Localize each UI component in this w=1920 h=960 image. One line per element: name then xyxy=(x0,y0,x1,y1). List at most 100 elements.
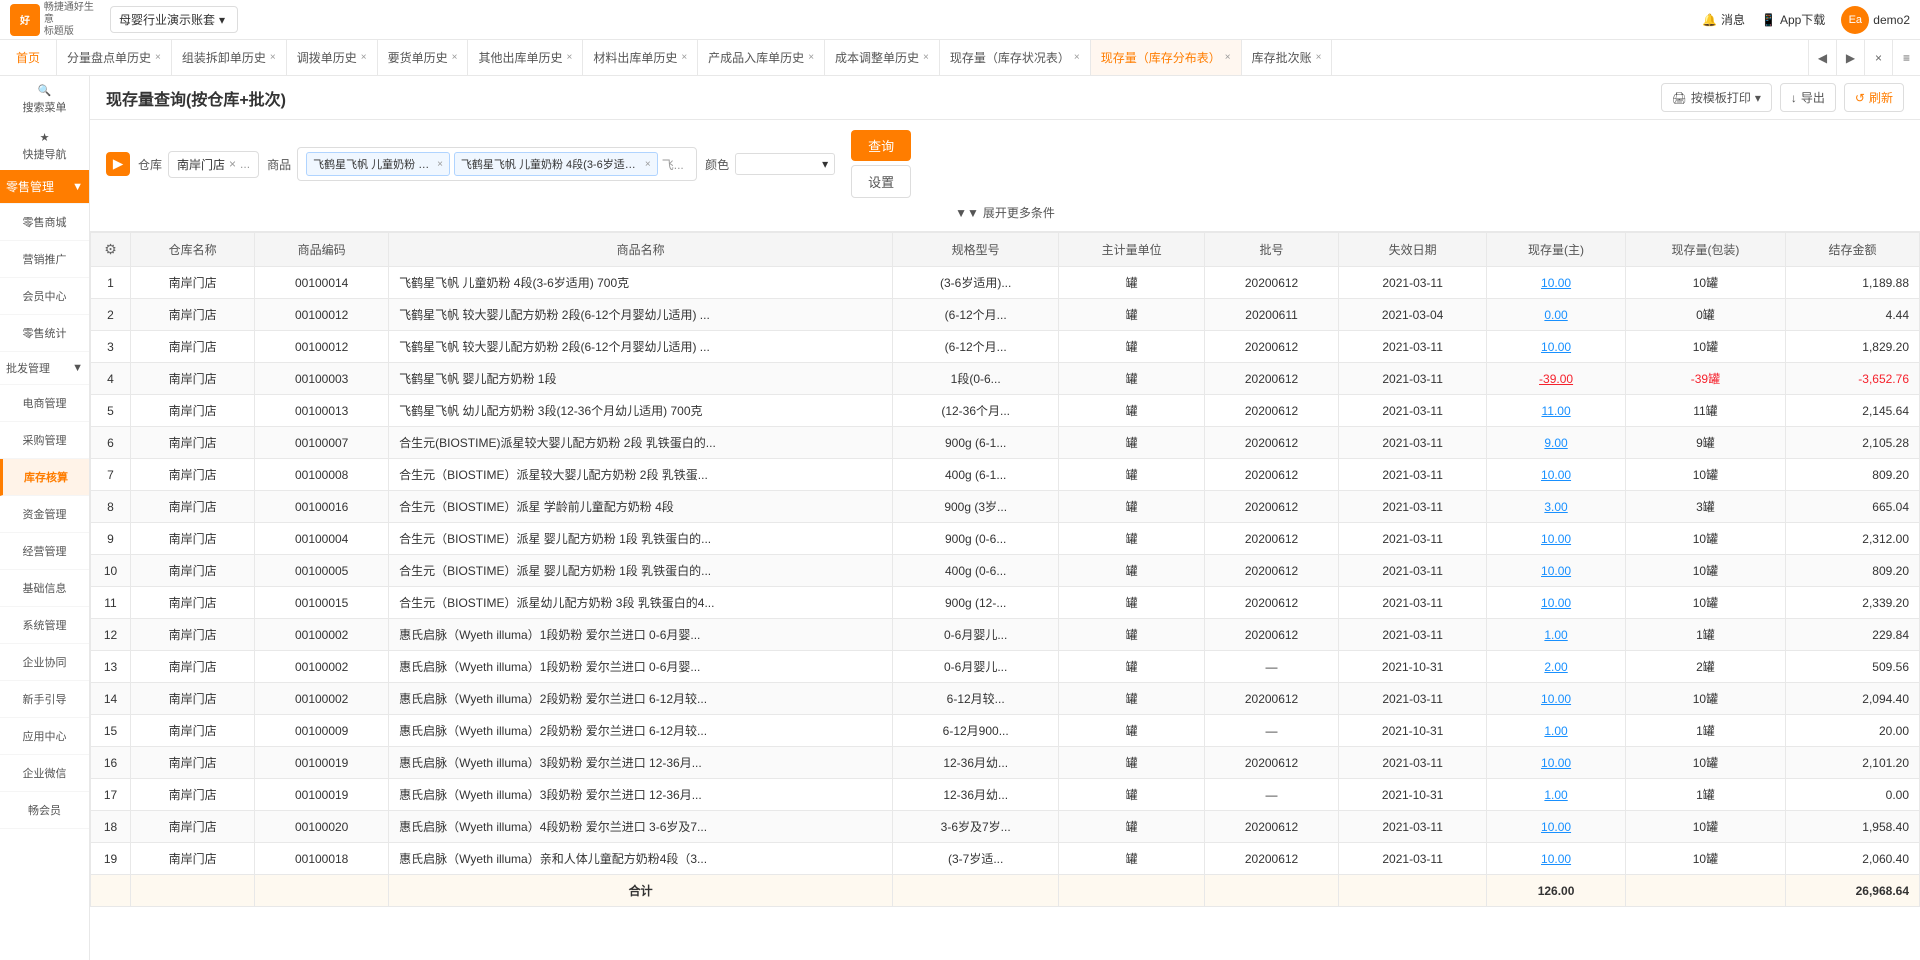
tab-material-out[interactable]: 材料出库单历史 × xyxy=(583,40,698,75)
tab-close-product-in[interactable]: × xyxy=(808,52,814,63)
sidebar-item-wholesale[interactable]: 批发管理 ▼ xyxy=(0,352,89,385)
tab-close-other-out[interactable]: × xyxy=(566,52,572,63)
query-btn[interactable]: 查询 xyxy=(851,130,911,161)
row-qty-main[interactable]: 3.00 xyxy=(1487,491,1626,523)
sidebar-ops-label: 经营管理 xyxy=(23,543,67,559)
tab-product-in[interactable]: 产成品入库单历史 × xyxy=(698,40,825,75)
expand-more-conditions[interactable]: ▼▼ 展开更多条件 xyxy=(106,204,1904,221)
product-tag-2-close[interactable]: × xyxy=(645,159,651,170)
sidebar-item-wechat[interactable]: 企业微信 xyxy=(0,755,89,792)
row-code: 00100009 xyxy=(255,715,389,747)
row-qty-main[interactable]: 10.00 xyxy=(1487,267,1626,299)
row-qty-main[interactable]: -39.00 xyxy=(1487,363,1626,395)
row-qty-main[interactable]: 10.00 xyxy=(1487,683,1626,715)
row-qty-main[interactable]: 10.00 xyxy=(1487,587,1626,619)
sidebar-item-basic[interactable]: 基础信息 xyxy=(0,570,89,607)
row-amount: 2,105.28 xyxy=(1786,427,1920,459)
row-qty-main[interactable]: 1.00 xyxy=(1487,779,1626,811)
row-qty-main[interactable]: 11.00 xyxy=(1487,395,1626,427)
row-qty-main[interactable]: 9.00 xyxy=(1487,427,1626,459)
tab-close-distribute[interactable]: × xyxy=(155,52,161,63)
col-settings[interactable]: ⚙ xyxy=(91,233,131,267)
sidebar-item-ops[interactable]: 经营管理 xyxy=(0,533,89,570)
row-amount: 2,094.40 xyxy=(1786,683,1920,715)
settings-icon[interactable]: ⚙ xyxy=(104,241,117,257)
account-dropdown[interactable]: 母婴行业演示账套 ▾ xyxy=(110,6,238,33)
tab-prev-btn[interactable]: ◀ xyxy=(1808,40,1836,76)
row-qty-main[interactable]: 10.00 xyxy=(1487,331,1626,363)
tab-other-out[interactable]: 其他出库单历史 × xyxy=(468,40,583,75)
query-btn-group: 查询 设置 xyxy=(851,130,911,198)
color-filter-dropdown[interactable]: ▾ xyxy=(735,153,835,175)
product-tag-1-close[interactable]: × xyxy=(437,159,443,170)
sidebar-item-apps[interactable]: 应用中心 xyxy=(0,718,89,755)
row-qty-main[interactable]: 2.00 xyxy=(1487,651,1626,683)
tab-close-all-btn[interactable]: × xyxy=(1864,40,1892,76)
row-qty-main[interactable]: 1.00 xyxy=(1487,619,1626,651)
row-expire: 2021-03-11 xyxy=(1338,427,1486,459)
user-profile[interactable]: Ea demo2 xyxy=(1841,6,1910,34)
tab-stock-status[interactable]: 现存量（库存状况表） × xyxy=(940,40,1091,75)
tab-batch[interactable]: 库存批次账 × xyxy=(1242,40,1333,75)
row-qty-main[interactable]: 10.00 xyxy=(1487,555,1626,587)
sidebar-item-ecommerce[interactable]: 电商管理 xyxy=(0,385,89,422)
sidebar-item-finance[interactable]: 资金管理 xyxy=(0,496,89,533)
tab-distribute[interactable]: 分量盘点单历史 × xyxy=(57,40,172,75)
sidebar-item-member[interactable]: 会员中心 xyxy=(0,278,89,315)
tab-close-cost[interactable]: × xyxy=(923,52,929,63)
warehouse-filter-value[interactable]: 南岸门店 × ... xyxy=(168,151,259,178)
row-qty-main[interactable]: 10.00 xyxy=(1487,459,1626,491)
tab-next-btn[interactable]: ▶ xyxy=(1836,40,1864,76)
refresh-btn[interactable]: ↺ 刷新 xyxy=(1844,83,1904,112)
top-right-actions: 🔔 消息 📱 App下载 Ea demo2 xyxy=(1702,6,1910,34)
tab-close-stock-status[interactable]: × xyxy=(1074,52,1080,63)
sidebar-item-marketing[interactable]: 营销推广 xyxy=(0,241,89,278)
tab-request[interactable]: 要货单历史 × xyxy=(378,40,469,75)
row-spec: 900g (3岁... xyxy=(893,491,1059,523)
template-print-btn[interactable]: 🖨 按模板打印 ▾ xyxy=(1661,83,1772,112)
row-code: 00100002 xyxy=(255,683,389,715)
row-unit: 罐 xyxy=(1059,363,1205,395)
tab-menu-btn[interactable]: ≡ xyxy=(1892,40,1920,76)
tab-close-request[interactable]: × xyxy=(452,52,458,63)
sidebar-item-retail-shop[interactable]: 零售商城 xyxy=(0,204,89,241)
row-qty-main[interactable]: 10.00 xyxy=(1487,811,1626,843)
row-amount: 2,060.40 xyxy=(1786,843,1920,875)
row-unit: 罐 xyxy=(1059,267,1205,299)
filter-expand-btn[interactable]: ▶ xyxy=(106,152,130,176)
sidebar-item-vip[interactable]: 畅会员 xyxy=(0,792,89,829)
tab-mix[interactable]: 调拨单历史 × xyxy=(287,40,378,75)
sidebar-item-inventory[interactable]: 库存核算 xyxy=(0,459,89,496)
product-filter-tags[interactable]: 飞鹤星飞帆 儿童奶粉 4段(3-6岁适用) 700克 × 飞鹤星飞帆 儿童奶粉 … xyxy=(297,147,697,181)
tab-home[interactable]: 首页 xyxy=(0,40,57,75)
row-qty-main[interactable]: 10.00 xyxy=(1487,747,1626,779)
sidebar-search[interactable]: 🔍 搜索菜单 xyxy=(0,76,89,123)
row-no: 17 xyxy=(91,779,131,811)
sidebar-ecommerce-label: 电商管理 xyxy=(23,395,67,411)
close-warehouse-icon[interactable]: × xyxy=(229,157,236,171)
tab-disassemble[interactable]: 组装拆卸单历史 × xyxy=(172,40,287,75)
tab-close-disassemble[interactable]: × xyxy=(270,52,276,63)
sidebar-item-system[interactable]: 系统管理 xyxy=(0,607,89,644)
export-btn[interactable]: ↓ 导出 xyxy=(1780,83,1836,112)
sidebar-item-retail-stats[interactable]: 零售统计 xyxy=(0,315,89,352)
tab-close-mix[interactable]: × xyxy=(361,52,367,63)
row-qty-main[interactable]: 0.00 xyxy=(1487,299,1626,331)
sidebar-item-retail[interactable]: 零售管理 ▼ xyxy=(0,170,89,204)
app-download-btn[interactable]: 📱 App下载 xyxy=(1761,11,1825,28)
sidebar-quick-nav[interactable]: ★ 快捷导航 xyxy=(0,123,89,170)
row-qty-main[interactable]: 1.00 xyxy=(1487,715,1626,747)
tab-cost[interactable]: 成本调整单历史 × xyxy=(825,40,940,75)
messages-btn[interactable]: 🔔 消息 xyxy=(1702,11,1745,28)
tab-close-material-out[interactable]: × xyxy=(681,52,687,63)
setting-btn[interactable]: 设置 xyxy=(851,165,911,198)
row-qty-main[interactable]: 10.00 xyxy=(1487,523,1626,555)
row-code: 00100020 xyxy=(255,811,389,843)
tab-stock-dist[interactable]: 现存量（库存分布表） × xyxy=(1091,40,1242,75)
sidebar-item-purchase[interactable]: 采购管理 xyxy=(0,422,89,459)
tab-close-batch[interactable]: × xyxy=(1316,52,1322,63)
sidebar-item-newbie[interactable]: 新手引导 xyxy=(0,681,89,718)
tab-close-stock-dist[interactable]: × xyxy=(1225,52,1231,63)
row-qty-main[interactable]: 10.00 xyxy=(1487,843,1626,875)
sidebar-item-enterprise[interactable]: 企业协同 xyxy=(0,644,89,681)
